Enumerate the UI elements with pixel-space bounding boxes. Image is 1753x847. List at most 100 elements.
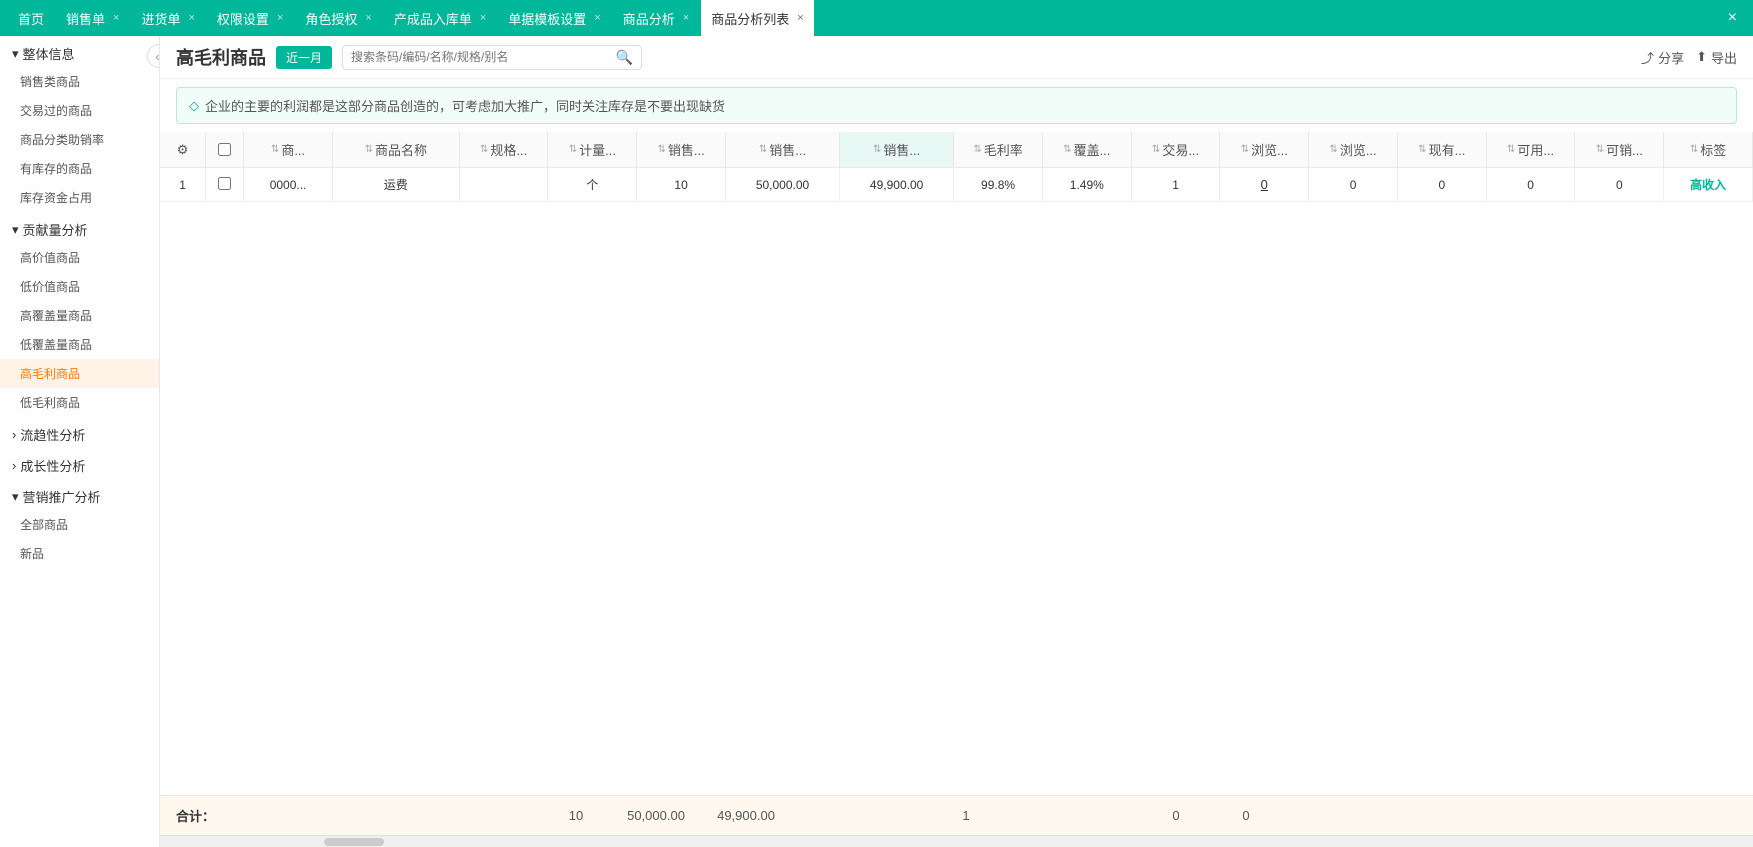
col-browse1[interactable]: ⇅浏览... [1220, 132, 1309, 168]
col-spec[interactable]: ⇅规格... [459, 132, 548, 168]
select-all-checkbox[interactable] [218, 143, 231, 156]
nav-close-purchase[interactable]: × [188, 12, 194, 24]
footer-values: 10 50,000.00 49,900.00 1 0 0 [235, 808, 1737, 823]
row-unit: 个 [548, 168, 637, 202]
nav-item-product-analysis-list[interactable]: 商品分析列表 × [701, 0, 813, 36]
info-banner: ◇ 企业的主要的利润都是这部分商品创造的，可考虑加大推广，同时关注库存是不要出现… [176, 87, 1737, 124]
row-spec [459, 168, 548, 202]
sidebar-section-contribution[interactable]: ▾ 贡献量分析 [0, 212, 159, 243]
sidebar-item-high-coverage[interactable]: 高覆盖量商品 [0, 301, 159, 330]
page-title: 高毛利商品 [176, 44, 266, 70]
col-checkbox [206, 132, 244, 168]
horizontal-scrollbar[interactable] [160, 835, 1753, 847]
nav-item-roles[interactable]: 角色授权 × [295, 0, 381, 36]
sidebar-section-trend[interactable]: › 流趋性分析 [0, 417, 159, 448]
row-browse1[interactable]: 0 [1220, 168, 1309, 202]
sort-icon16: ⇅ [1690, 144, 1698, 155]
row-available-stock: 0 [1486, 168, 1575, 202]
share-button[interactable]: ⤴ 分享 [1641, 48, 1684, 67]
col-sales-qty[interactable]: ⇅销售... [637, 132, 726, 168]
nav-item-sales[interactable]: 销售单 × [56, 0, 129, 36]
row-gross-margin: 99.8% [954, 168, 1043, 202]
col-transaction[interactable]: ⇅交易... [1131, 132, 1220, 168]
sort-icon14: ⇅ [1507, 144, 1515, 155]
sidebar-item-traded-goods[interactable]: 交易过的商品 [0, 96, 159, 125]
nav-close-template-settings[interactable]: × [594, 12, 600, 24]
col-settings[interactable]: ⚙ [160, 132, 206, 168]
sidebar-item-high-margin[interactable]: 高毛利商品 [0, 359, 159, 388]
col-unit[interactable]: ⇅计量... [548, 132, 637, 168]
sidebar-item-category-rate[interactable]: 商品分类助销率 [0, 125, 159, 154]
nav-item-home[interactable]: 首页 [8, 0, 54, 36]
search-input[interactable] [351, 50, 612, 64]
sort-icon6: ⇅ [759, 144, 767, 155]
row-no: 1 [160, 168, 206, 202]
nav-item-permissions[interactable]: 权限设置 × [207, 0, 293, 36]
nav-close-finished-goods[interactable]: × [480, 12, 486, 24]
row-saleable-stock: 0 [1575, 168, 1664, 202]
footer-sales-amount: 50,000.00 [611, 808, 701, 823]
sidebar-item-stock-capital[interactable]: 库存资金占用 [0, 183, 159, 212]
sidebar-item-all-goods[interactable]: 全部商品 [0, 510, 159, 539]
sidebar-item-new-goods[interactable]: 新品 [0, 539, 159, 568]
nav-close-permissions[interactable]: × [277, 12, 283, 24]
sort-icon9: ⇅ [1063, 144, 1071, 155]
footer-current-stock: 0 [1141, 808, 1211, 823]
col-coverage[interactable]: ⇅覆盖... [1042, 132, 1131, 168]
chevron-down-icon3: ▾ [12, 489, 19, 505]
export-button[interactable]: ⬆ 导出 [1696, 48, 1737, 67]
sort-icon8: ⇅ [973, 144, 981, 155]
sidebar-section-growth[interactable]: › 成长性分析 [0, 448, 159, 479]
col-tag[interactable]: ⇅标签 [1664, 132, 1753, 168]
row-sales-amount: 50,000.00 [725, 168, 839, 202]
nav-item-template-settings[interactable]: 单据模板设置 × [498, 0, 610, 36]
export-icon: ⬆ [1696, 49, 1707, 65]
nav-close-product-analysis[interactable]: × [683, 12, 689, 24]
row-tag: 高收入 [1664, 168, 1753, 202]
col-gross-margin[interactable]: ⇅毛利率 [954, 132, 1043, 168]
col-current-stock[interactable]: ⇅现有... [1397, 132, 1486, 168]
sidebar-item-in-stock-goods[interactable]: 有库存的商品 [0, 154, 159, 183]
col-browse2[interactable]: ⇅浏览... [1309, 132, 1398, 168]
sort-icon2: ⇅ [365, 144, 373, 155]
col-sales-amount[interactable]: ⇅销售... [725, 132, 839, 168]
sort-icon11: ⇅ [1241, 144, 1249, 155]
nav-item-purchase[interactable]: 进货单 × [131, 0, 204, 36]
footer-available-stock: 0 [1211, 808, 1281, 823]
footer-sales-qty: 10 [541, 808, 611, 823]
sidebar-item-sales-goods[interactable]: 销售类商品 [0, 67, 159, 96]
row-checkbox[interactable] [206, 168, 244, 202]
sidebar-item-low-coverage[interactable]: 低覆盖量商品 [0, 330, 159, 359]
sort-icon13: ⇅ [1418, 144, 1426, 155]
sidebar-item-low-value[interactable]: 低价值商品 [0, 272, 159, 301]
nav-item-product-analysis[interactable]: 商品分析 × [613, 0, 699, 36]
col-saleable-stock[interactable]: ⇅可销... [1575, 132, 1664, 168]
chevron-down-icon2: ▾ [12, 222, 19, 238]
chevron-down-icon: ▾ [12, 46, 19, 62]
sidebar-item-low-margin[interactable]: 低毛利商品 [0, 388, 159, 417]
nav-close-sales[interactable]: × [113, 12, 119, 24]
footer-bar: 合计： 10 50,000.00 49,900.00 1 0 0 [160, 795, 1753, 835]
scroll-thumb[interactable] [324, 838, 384, 846]
sidebar-section-marketing[interactable]: ▾ 营销推广分析 [0, 479, 159, 510]
nav-close-product-analysis-list[interactable]: × [797, 12, 803, 24]
row-transaction: 1 [1131, 168, 1220, 202]
row-code: 0000... [244, 168, 333, 202]
sidebar-item-high-value[interactable]: 高价值商品 [0, 243, 159, 272]
nav-close-roles[interactable]: × [365, 12, 371, 24]
sidebar-section-overall[interactable]: ▾ 整体信息 [0, 36, 159, 67]
sort-icon3: ⇅ [480, 144, 488, 155]
sort-icon10: ⇅ [1152, 144, 1160, 155]
search-icon[interactable]: 🔍 [616, 49, 633, 66]
col-available-stock[interactable]: ⇅可用... [1486, 132, 1575, 168]
col-name[interactable]: ⇅商品名称 [332, 132, 459, 168]
time-filter-button[interactable]: 近一月 [276, 46, 332, 69]
header-actions: ⤴ 分享 ⬆ 导出 [1641, 48, 1737, 67]
nav-item-finished-goods[interactable]: 产成品入库单 × [384, 0, 496, 36]
col-code[interactable]: ⇅商... [244, 132, 333, 168]
row-current-stock: 0 [1397, 168, 1486, 202]
col-sales-cost[interactable]: ⇅销售... [840, 132, 954, 168]
nav-close-all-button[interactable]: × [1720, 5, 1745, 31]
footer-transaction: 1 [931, 808, 1001, 823]
data-table: ⚙ ⇅商... ⇅商品名称 ⇅规格... [160, 132, 1753, 202]
